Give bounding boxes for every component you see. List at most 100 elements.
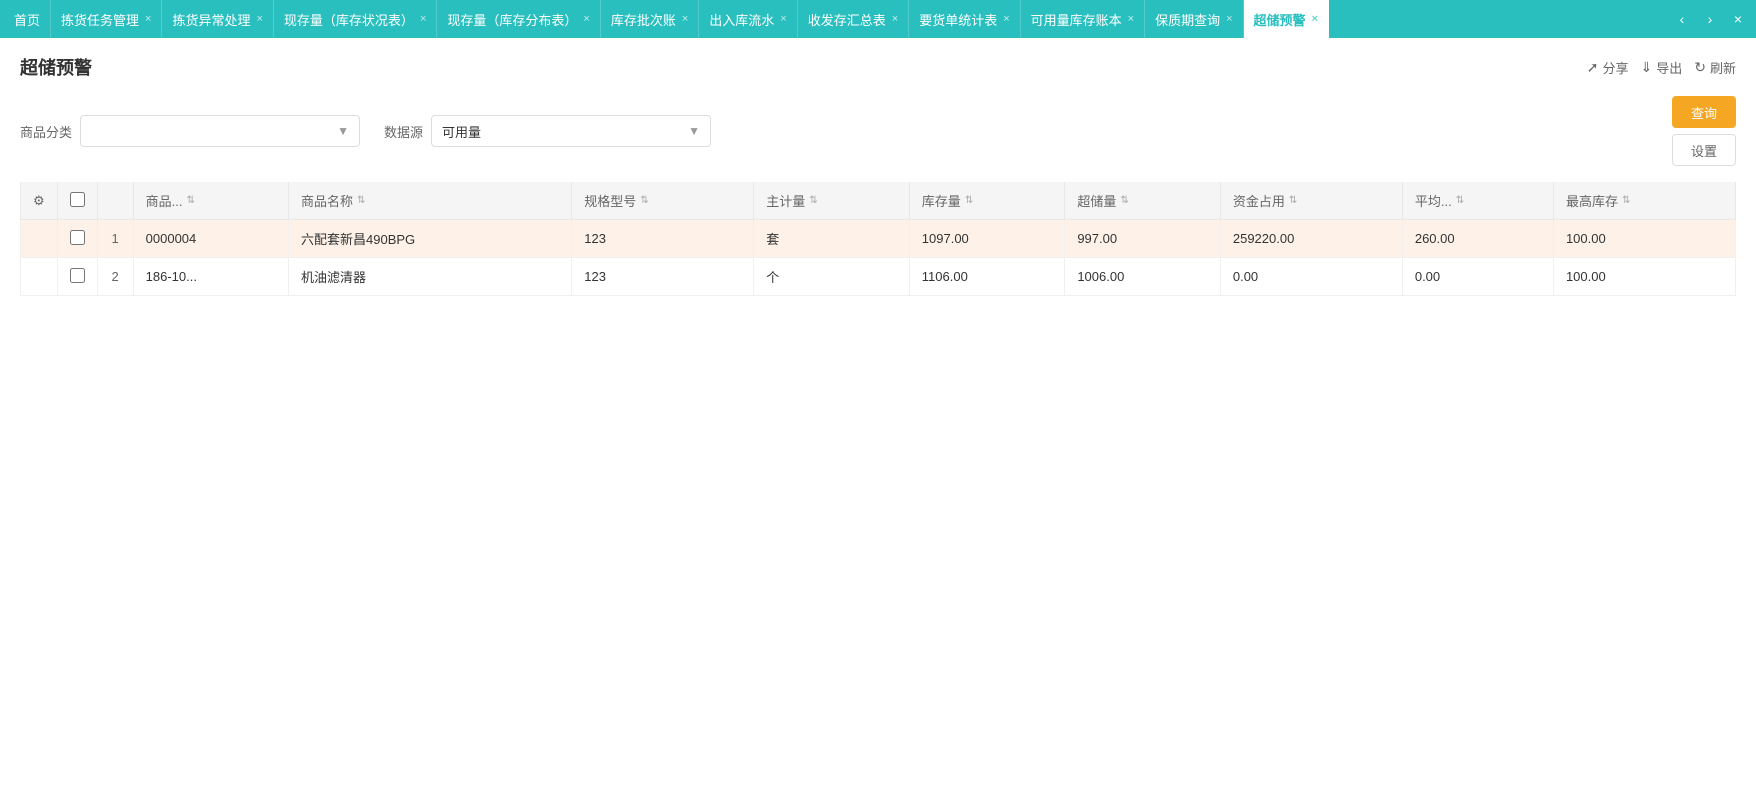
table-row: 2 186-10... 机油滤清器 123 个 1106.00 1006.00 …: [21, 258, 1736, 296]
nav-tab-10[interactable]: 保质期查询×: [1145, 0, 1243, 38]
th-avg[interactable]: 平均... ⇅: [1402, 182, 1553, 220]
nav-arrows: ‹ › ×: [1668, 0, 1752, 38]
page-title: 超储预警: [20, 54, 92, 80]
th-rownum: [97, 182, 133, 220]
share-icon: ➚: [1587, 59, 1599, 76]
select-all-checkbox[interactable]: [70, 192, 85, 207]
row-over-0: 997.00: [1065, 220, 1221, 258]
nav-tab-11[interactable]: 超储预警×: [1244, 0, 1329, 38]
refresh-button[interactable]: ↻ 刷新: [1694, 58, 1736, 77]
category-filter: 商品分类 ▼: [20, 115, 360, 147]
th-spec[interactable]: 规格型号 ⇅: [572, 182, 754, 220]
row-unit-0: 套: [754, 220, 910, 258]
row-avg-0: 260.00: [1402, 220, 1553, 258]
sort-icon-code: ⇅: [187, 195, 195, 206]
nav-tab-close-5[interactable]: ×: [682, 13, 688, 25]
row-capital-0: 259220.00: [1220, 220, 1402, 258]
row-stock-0: 1097.00: [909, 220, 1065, 258]
datasource-label: 数据源: [384, 122, 423, 141]
datasource-select-text: 可用量: [442, 122, 481, 141]
nav-tab-close-10[interactable]: ×: [1226, 13, 1232, 25]
row-code-0: 0000004: [133, 220, 288, 258]
row-spec-1: 123: [572, 258, 754, 296]
row-unit-1: 个: [754, 258, 910, 296]
nav-prev-btn[interactable]: ‹: [1668, 0, 1696, 38]
sort-icon-unit: ⇅: [809, 195, 817, 206]
nav-tab-9[interactable]: 可用量库存账本×: [1021, 0, 1145, 38]
data-table: ⚙ 商品... ⇅ 商品名称 ⇅: [20, 182, 1736, 296]
refresh-icon: ↻: [1694, 59, 1706, 76]
table-row: 1 0000004 六配套新昌490BPG 123 套 1097.00 997.…: [21, 220, 1736, 258]
export-button[interactable]: ⇓ 导出: [1641, 58, 1683, 77]
nav-tab-7[interactable]: 收发存汇总表×: [798, 0, 909, 38]
row-checkbox-1[interactable]: [70, 268, 85, 283]
row-stock-1: 1106.00: [909, 258, 1065, 296]
query-button[interactable]: 查询: [1672, 96, 1736, 128]
th-max[interactable]: 最高库存 ⇅: [1553, 182, 1735, 220]
row-checkbox-cell-1: [57, 258, 97, 296]
sort-icon-over: ⇅: [1120, 195, 1128, 206]
row-num-0: 1: [97, 220, 133, 258]
th-stock[interactable]: 库存量 ⇅: [909, 182, 1065, 220]
nav-tab-2[interactable]: 拣货异常处理×: [162, 0, 273, 38]
category-dropdown-icon: ▼: [337, 124, 349, 138]
row-actions-1: [21, 258, 58, 296]
top-nav: 首页拣货任务管理×拣货异常处理×现存量（库存状况表）×现存量（库存分布表）×库存…: [0, 0, 1756, 38]
nav-tab-8[interactable]: 要货单统计表×: [909, 0, 1020, 38]
nav-tab-close-11[interactable]: ×: [1312, 13, 1318, 25]
th-capital[interactable]: 资金占用 ⇅: [1220, 182, 1402, 220]
nav-tab-close-1[interactable]: ×: [145, 13, 151, 25]
share-button[interactable]: ➚ 分享: [1587, 58, 1629, 77]
nav-tab-6[interactable]: 出入库流水×: [699, 0, 797, 38]
nav-tab-close-4[interactable]: ×: [583, 13, 589, 25]
row-checkbox-0[interactable]: [70, 230, 85, 245]
datasource-select[interactable]: 可用量 ▼: [431, 115, 711, 147]
gear-icon: ⚙: [33, 193, 45, 208]
row-over-1: 1006.00: [1065, 258, 1221, 296]
th-name[interactable]: 商品名称 ⇅: [289, 182, 572, 220]
row-capital-1: 0.00: [1220, 258, 1402, 296]
nav-tab-close-6[interactable]: ×: [780, 13, 786, 25]
row-avg-1: 0.00: [1402, 258, 1553, 296]
row-name-0: 六配套新昌490BPG: [289, 220, 572, 258]
nav-tab-3[interactable]: 现存量（库存状况表）×: [274, 0, 437, 38]
export-icon: ⇓: [1641, 59, 1653, 76]
category-select[interactable]: ▼: [80, 115, 360, 147]
filter-buttons: 查询 设置: [1672, 96, 1736, 166]
row-actions-0: [21, 220, 58, 258]
datasource-dropdown-icon: ▼: [688, 124, 700, 138]
nav-tab-close-7[interactable]: ×: [892, 13, 898, 25]
category-label: 商品分类: [20, 122, 72, 141]
nav-tab-close-9[interactable]: ×: [1128, 13, 1134, 25]
row-checkbox-cell-0: [57, 220, 97, 258]
nav-tab-close-2[interactable]: ×: [256, 13, 262, 25]
row-name-1: 机油滤清器: [289, 258, 572, 296]
nav-tab-1[interactable]: 拣货任务管理×: [51, 0, 162, 38]
row-spec-0: 123: [572, 220, 754, 258]
sort-icon-spec: ⇅: [640, 195, 648, 206]
nav-tab-close-3[interactable]: ×: [420, 13, 426, 25]
filter-row: 商品分类 ▼ 数据源 可用量 ▼ 查询 设置: [20, 96, 1736, 166]
sort-icon-capital: ⇅: [1289, 195, 1297, 206]
sort-icon-name: ⇅: [357, 195, 365, 206]
sort-icon-max: ⇅: [1622, 195, 1630, 206]
table-header-row: ⚙ 商品... ⇅ 商品名称 ⇅: [21, 182, 1736, 220]
sort-icon-avg: ⇅: [1456, 195, 1464, 206]
nav-tab-0[interactable]: 首页: [4, 0, 51, 38]
page-header: 超储预警 ➚ 分享 ⇓ 导出 ↻ 刷新: [20, 54, 1736, 80]
settings-button[interactable]: 设置: [1672, 134, 1736, 166]
th-over[interactable]: 超储量 ⇅: [1065, 182, 1221, 220]
th-unit[interactable]: 主计量 ⇅: [754, 182, 910, 220]
sort-icon-stock: ⇅: [965, 195, 973, 206]
nav-close-all-btn[interactable]: ×: [1724, 0, 1752, 38]
row-num-1: 2: [97, 258, 133, 296]
nav-next-btn[interactable]: ›: [1696, 0, 1724, 38]
row-code-1: 186-10...: [133, 258, 288, 296]
th-code[interactable]: 商品... ⇅: [133, 182, 288, 220]
nav-tab-close-8[interactable]: ×: [1003, 13, 1009, 25]
nav-tab-5[interactable]: 库存批次账×: [601, 0, 699, 38]
th-gear[interactable]: ⚙: [21, 182, 58, 220]
row-max-0: 100.00: [1553, 220, 1735, 258]
nav-tab-4[interactable]: 现存量（库存分布表）×: [437, 0, 600, 38]
row-max-1: 100.00: [1553, 258, 1735, 296]
